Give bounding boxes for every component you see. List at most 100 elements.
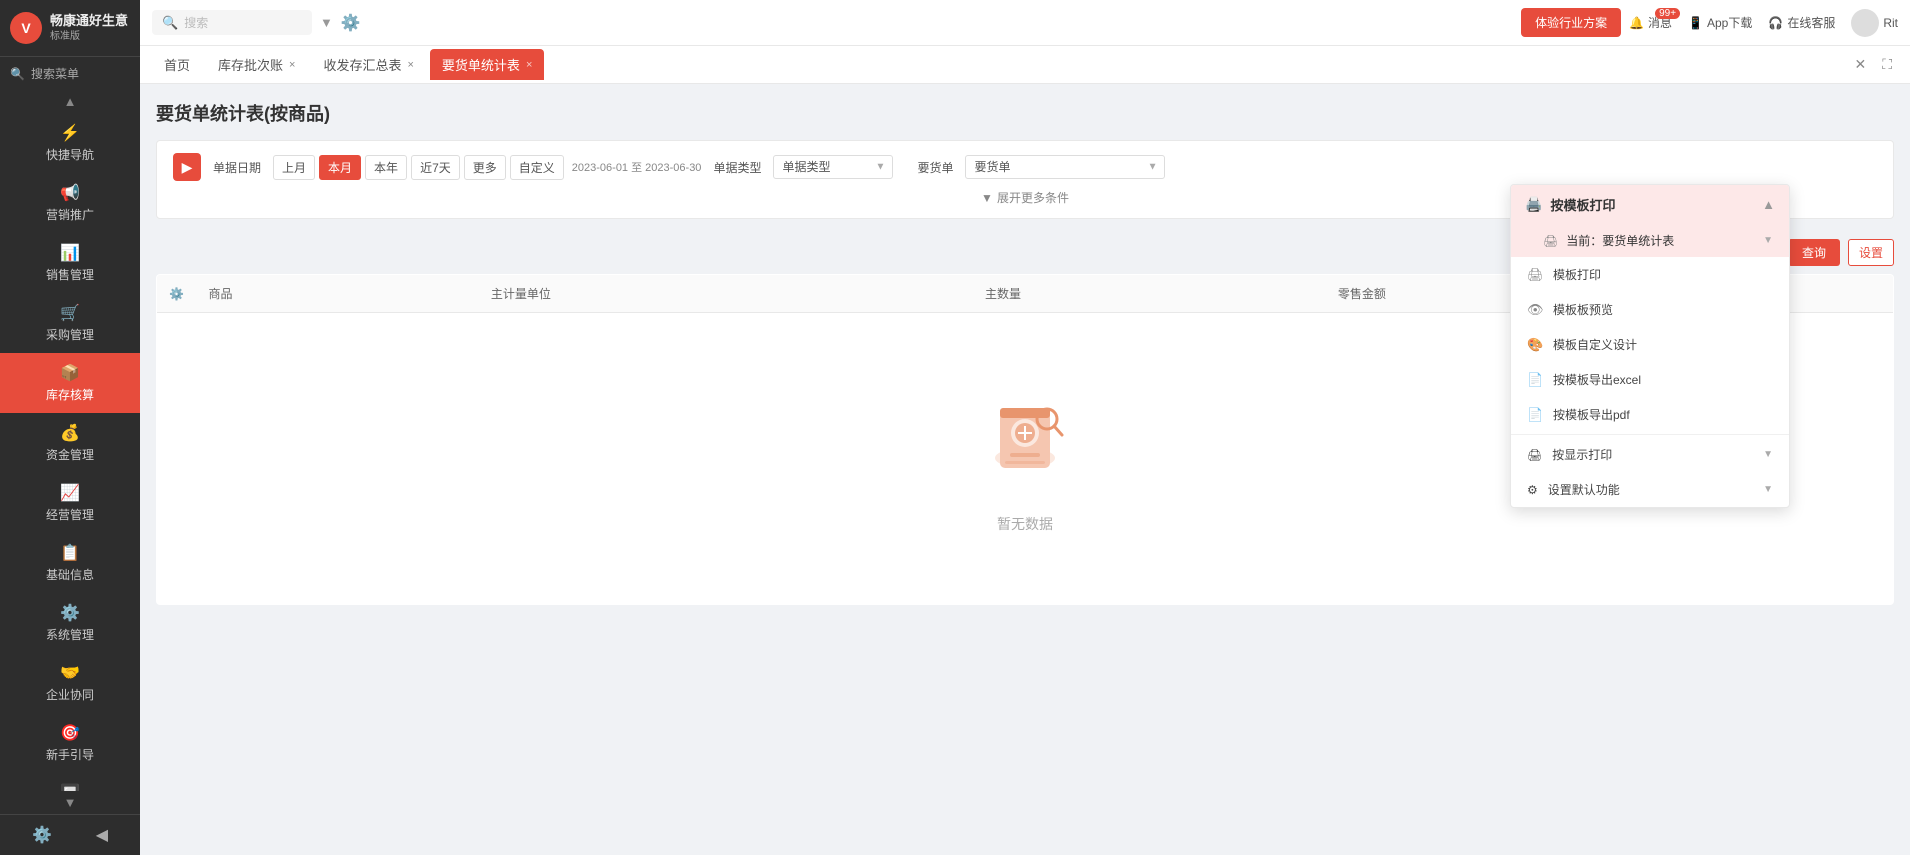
tab-home[interactable]: 首页: [152, 49, 202, 80]
topbar-search[interactable]: 🔍 搜索: [152, 10, 312, 35]
filter-row: ▶ 单据日期 上月 本月 本年 近7天 更多 自定义 2023-06-01 至 …: [173, 153, 1877, 181]
date-buttons: 上月 本月 本年 近7天 更多 自定义 2023-06-01 至 2023-06…: [273, 155, 701, 180]
sidebar-item-inventory[interactable]: 📦 库存核算: [0, 353, 140, 413]
template-preview-icon: 👁: [1527, 302, 1543, 318]
tab-inventory-batch[interactable]: 库存批次账 ×: [206, 49, 307, 80]
tab-maximize-button[interactable]: ⛶: [1876, 54, 1898, 75]
online-service-item[interactable]: 🎧 在线客服: [1768, 14, 1835, 31]
print-dropdown-panel: 🖨️ 按模板打印 ▲ 🖨 当前：要货单统计表 ▼ 🖨 模板打印 👁 模板板预览: [1510, 184, 1790, 508]
settings-button[interactable]: 设置: [1848, 239, 1894, 266]
sidebar-nav: ⚡ 快捷导航 📢 营销推广 📊 销售管理 🛒 采购管理 📦 库存核算 💰 资金管…: [0, 113, 140, 791]
expand-more-button[interactable]: ▼ 展开更多条件: [981, 189, 1069, 206]
sidebar-item-system[interactable]: ⚙️ 系统管理: [0, 593, 140, 653]
template-pdf-item[interactable]: 📄 按模板导出pdf: [1511, 397, 1789, 432]
online-service-label: 在线客服: [1787, 14, 1835, 31]
sidebar-item-guide[interactable]: 🎯 新手引导: [0, 713, 140, 773]
tab-receipt-summary-close[interactable]: ×: [407, 59, 413, 71]
template-print-label: 模板打印: [1553, 266, 1601, 283]
tab-receipt-summary[interactable]: 收发存汇总表 ×: [311, 49, 425, 80]
filter-toggle-button[interactable]: ▶: [173, 153, 201, 181]
sidebar-item-basics[interactable]: 📋 基础信息: [0, 533, 140, 593]
sidebar: V 畅康通好生意 标准版 🔍 搜索菜单 ▲ ⚡ 快捷导航 📢 营销推广 📊 销售…: [0, 0, 140, 855]
query-button[interactable]: 查询: [1788, 239, 1840, 266]
topbar-dropdown-icon[interactable]: ▼: [320, 15, 333, 30]
current-month-button[interactable]: 本月: [319, 155, 361, 180]
gear-icon[interactable]: ⚙️: [169, 287, 184, 301]
settings-icon[interactable]: ⚙️: [32, 825, 52, 845]
sidebar-search[interactable]: 🔍 搜索菜单: [0, 57, 140, 90]
type-select[interactable]: 单据类型: [773, 155, 893, 179]
template-pdf-label: 按模板导出pdf: [1553, 406, 1630, 423]
sidebar-item-label: 快捷导航: [46, 146, 94, 163]
sidebar-scroll-down[interactable]: ▼: [0, 791, 140, 814]
topbar-icons: 🔔 消息 99+ 📱 App下载 🎧 在线客服 Rit: [1629, 9, 1898, 37]
template-print-item[interactable]: 🖨 模板打印: [1511, 257, 1789, 292]
solution-button[interactable]: 体验行业方案: [1521, 8, 1621, 37]
sidebar-item-apps[interactable]: 🔲 应用中心: [0, 773, 140, 791]
display-print-label: 按显示打印: [1552, 446, 1612, 463]
set-default-submenu[interactable]: ⚙ 设置默认功能 ▼: [1511, 472, 1789, 507]
basics-icon: 📋: [60, 543, 80, 563]
tabs-bar: 首页 库存批次账 × 收发存汇总表 × 要货单统计表 × ✕ ⛶: [140, 46, 1910, 84]
tab-order-stats-label: 要货单统计表: [442, 55, 520, 74]
sidebar-item-marketing[interactable]: 📢 营销推广: [0, 173, 140, 233]
tab-order-stats[interactable]: 要货单统计表 ×: [430, 49, 544, 80]
current-template-label: 当前：要货单统计表: [1566, 232, 1674, 249]
page-content: 要货单统计表(按商品) ▶ 单据日期 上月 本月 本年 近7天 更多 自定义 2…: [140, 84, 1910, 855]
template-design-label: 模板自定义设计: [1553, 336, 1637, 353]
app-download-item[interactable]: 📱 App下载: [1688, 14, 1752, 31]
current-template-icon: 🖨: [1543, 234, 1558, 248]
sidebar-item-label: 企业协同: [46, 686, 94, 703]
more-date-button[interactable]: 更多: [464, 155, 506, 180]
current-template-item[interactable]: 🖨 当前：要货单统计表 ▼: [1511, 224, 1789, 257]
sidebar-item-operations[interactable]: 📈 经营管理: [0, 473, 140, 533]
sidebar-item-collab[interactable]: 🤝 企业协同: [0, 653, 140, 713]
template-preview-item[interactable]: 👁 模板板预览: [1511, 292, 1789, 327]
custom-date-button[interactable]: 自定义: [510, 155, 564, 180]
display-print-submenu[interactable]: 🖨 按显示打印 ▼: [1511, 437, 1789, 472]
print-header-icon: 🖨️: [1525, 196, 1542, 213]
dropdown-divider-1: [1511, 434, 1789, 435]
template-excel-item[interactable]: 📄 按模板导出excel: [1511, 362, 1789, 397]
tab-order-stats-close[interactable]: ×: [526, 59, 532, 71]
order-filter-label: 要货单: [917, 159, 953, 176]
prev-month-button[interactable]: 上月: [273, 155, 315, 180]
collab-icon: 🤝: [60, 663, 80, 683]
sidebar-item-label: 营销推广: [46, 206, 94, 223]
app-logo-icon: V: [10, 12, 42, 44]
type-select-wrapper: 单据类型: [773, 155, 893, 179]
sidebar-scroll-up[interactable]: ▲: [0, 90, 140, 113]
template-design-item[interactable]: 🎨 模板自定义设计: [1511, 327, 1789, 362]
sidebar-item-label: 销售管理: [46, 266, 94, 283]
sidebar-item-purchase[interactable]: 🛒 采购管理: [0, 293, 140, 353]
last-7-days-button[interactable]: 近7天: [411, 155, 460, 180]
current-template-arrow: ▼: [1763, 235, 1773, 246]
user-avatar-item[interactable]: Rit: [1851, 9, 1898, 37]
finance-icon: 💰: [60, 423, 80, 443]
app-sub: 标准版: [50, 30, 128, 44]
notification-badge: 99+: [1655, 8, 1680, 19]
print-dropdown-title: 按模板打印: [1550, 195, 1615, 214]
template-print-icon: 🖨: [1527, 267, 1543, 283]
print-dropdown-close[interactable]: ▲: [1762, 197, 1775, 212]
sidebar-item-label: 资金管理: [46, 446, 94, 463]
sidebar-item-finance[interactable]: 💰 资金管理: [0, 413, 140, 473]
sidebar-item-label: 系统管理: [46, 626, 94, 643]
collapse-icon[interactable]: ◀: [96, 825, 108, 845]
topbar: 🔍 搜索 ▼ ⚙️ 体验行业方案 🔔 消息 99+ 📱 App下载 🎧 在线客服: [140, 0, 1910, 46]
current-year-button[interactable]: 本年: [365, 155, 407, 180]
sidebar-item-sales[interactable]: 📊 销售管理: [0, 233, 140, 293]
tab-home-label: 首页: [164, 55, 190, 74]
app-download-label: App下载: [1707, 14, 1752, 31]
topbar-gear-icon[interactable]: ⚙️: [341, 13, 361, 33]
tab-close-all-button[interactable]: ✕: [1848, 54, 1872, 75]
date-range-display: 2023-06-01 至 2023-06-30: [572, 159, 702, 175]
tab-inventory-batch-close[interactable]: ×: [289, 59, 295, 71]
notifications-item[interactable]: 🔔 消息 99+: [1629, 14, 1672, 31]
sidebar-item-quick-nav[interactable]: ⚡ 快捷导航: [0, 113, 140, 173]
tab-receipt-summary-label: 收发存汇总表: [323, 55, 401, 74]
expand-icon: ▼: [981, 191, 993, 205]
display-print-icon: 🖨: [1527, 448, 1542, 462]
col-unit: 主计量单位: [479, 275, 973, 313]
order-select[interactable]: 要货单: [965, 155, 1165, 179]
